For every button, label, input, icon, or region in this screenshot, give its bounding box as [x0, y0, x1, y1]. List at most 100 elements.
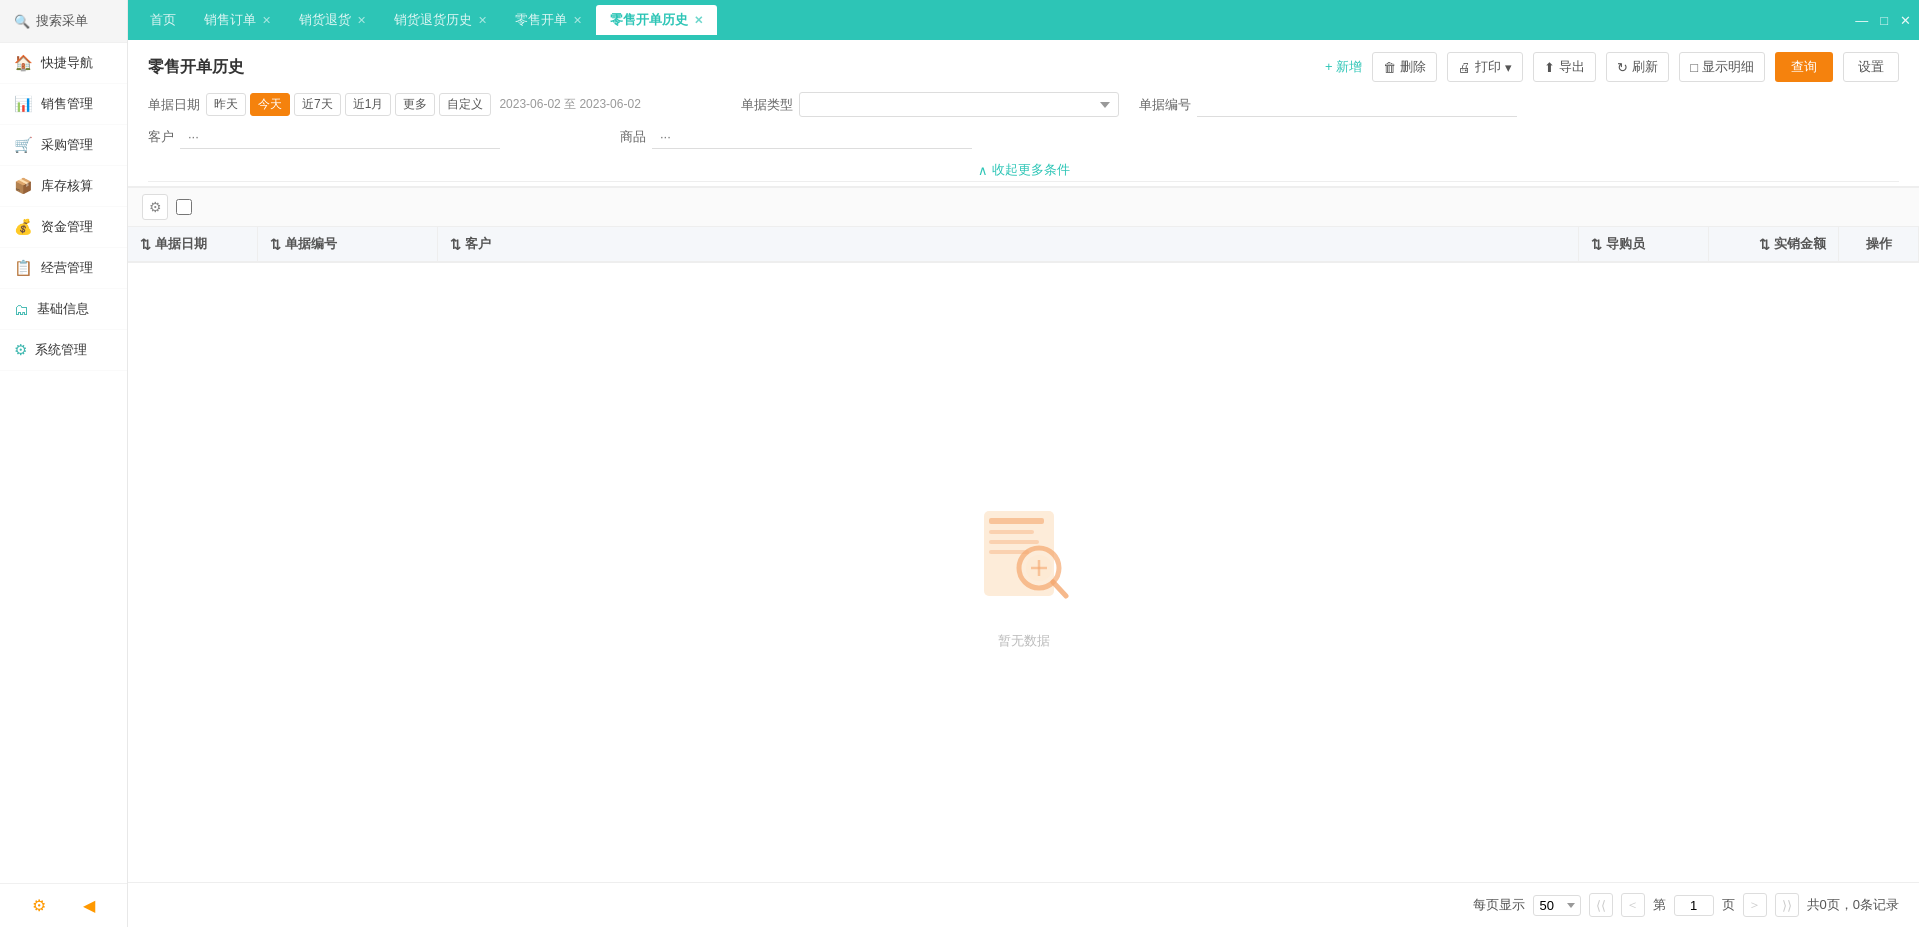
sidebar-bottom: ⚙ ◀ [0, 883, 127, 927]
filter-number: 单据编号 [1139, 93, 1517, 117]
tab-home[interactable]: 首页 [136, 5, 190, 35]
filter-number-label: 单据编号 [1139, 96, 1191, 114]
sidebar-item-purchase[interactable]: 🛒 采购管理 [0, 125, 127, 166]
minimize-button[interactable]: — [1855, 13, 1868, 28]
svg-rect-2 [989, 530, 1034, 534]
export-button[interactable]: ⬆ 导出 [1533, 52, 1596, 82]
tab-retail-open-history[interactable]: 零售开单历史 ✕ [596, 5, 717, 35]
filter-number-input[interactable] [1197, 93, 1517, 117]
print-dropdown-icon: ▾ [1505, 60, 1512, 75]
table-header: ⇅ 单据日期 ⇅ 单据编号 ⇅ 客户 ⇅ 导购员 ⇅ 实销金额 [128, 227, 1919, 263]
sales-icon: 📊 [14, 95, 33, 113]
setting-button[interactable]: 设置 [1843, 52, 1899, 82]
th-date[interactable]: ⇅ 单据日期 [128, 227, 258, 261]
th-guide[interactable]: ⇅ 导购员 [1579, 227, 1709, 261]
date-today-btn[interactable]: 今天 [250, 93, 290, 116]
sidebar-item-system[interactable]: ⚙ 系统管理 [0, 330, 127, 371]
collapse-sidebar-icon[interactable]: ◀ [83, 896, 95, 915]
date-yesterday-btn[interactable]: 昨天 [206, 93, 246, 116]
purchase-icon: 🛒 [14, 136, 33, 154]
sidebar-label-system: 系统管理 [35, 341, 87, 359]
sort-icon-date: ⇅ [140, 237, 151, 252]
tab-sales-order-close[interactable]: ✕ [262, 14, 271, 27]
sidebar-search-label: 搜索采单 [36, 12, 88, 30]
th-guide-label: 导购员 [1606, 235, 1645, 253]
sidebar-item-quick-nav[interactable]: 🏠 快捷导航 [0, 43, 127, 84]
empty-icon [964, 496, 1084, 616]
filter-customer-input[interactable] [180, 125, 500, 149]
search-icon: 🔍 [14, 14, 30, 29]
tab-sales-return[interactable]: 销货退货 ✕ [285, 5, 380, 35]
sidebar-item-operation[interactable]: 📋 经营管理 [0, 248, 127, 289]
th-amount[interactable]: ⇅ 实销金额 [1709, 227, 1839, 261]
page-size-label: 每页显示 [1473, 896, 1525, 914]
empty-state: 暂无数据 [128, 263, 1919, 882]
last-page-button[interactable]: ⟩⟩ [1775, 893, 1799, 917]
top-tabs: 首页 销售订单 ✕ 销货退货 ✕ 销货退货历史 ✕ 零售开单 ✕ 零售开单历史 … [128, 0, 1919, 40]
date-custom-btn[interactable]: 自定义 [439, 93, 491, 116]
th-amount-label: 实销金额 [1774, 235, 1826, 253]
refresh-button[interactable]: ↻ 刷新 [1606, 52, 1669, 82]
query-button[interactable]: 查询 [1775, 52, 1833, 82]
sidebar-item-finance[interactable]: 💰 资金管理 [0, 207, 127, 248]
page-number-input[interactable]: 1 [1674, 895, 1714, 916]
print-button[interactable]: 🖨 打印 ▾ [1447, 52, 1523, 82]
tab-home-label: 首页 [150, 11, 176, 29]
window-controls: — □ ✕ [1855, 13, 1911, 28]
select-all-checkbox[interactable] [176, 199, 192, 215]
next-page-button[interactable]: ＞ [1743, 893, 1767, 917]
sidebar-item-inventory[interactable]: 📦 库存核算 [0, 166, 127, 207]
system-icon: ⚙ [14, 341, 27, 359]
table-toolbar: ⚙ [128, 188, 1919, 227]
th-customer[interactable]: ⇅ 客户 [438, 227, 1579, 261]
date-more-btn[interactable]: 更多 [395, 93, 435, 116]
settings-icon[interactable]: ⚙ [32, 896, 46, 915]
date-range-display: 2023-06-02 至 2023-06-02 [499, 96, 640, 113]
th-op-label: 操作 [1866, 235, 1892, 253]
refresh-icon: ↻ [1617, 60, 1628, 75]
collapse-conditions-btn[interactable]: ∧ 收起更多条件 [148, 157, 1899, 181]
page-header: 零售开单历史 + 新增 🗑 删除 🖨 打印 ▾ ⬆ 导出 [128, 40, 1919, 187]
tab-retail-open-history-close[interactable]: ✕ [694, 14, 703, 27]
tab-sales-return-history[interactable]: 销货退货历史 ✕ [380, 5, 501, 35]
th-customer-label: 客户 [465, 235, 491, 253]
filter-type-select[interactable] [799, 92, 1119, 117]
new-button[interactable]: + 新增 [1325, 58, 1362, 76]
filter-type: 单据类型 [741, 92, 1119, 117]
maximize-button[interactable]: □ [1880, 13, 1888, 28]
collapse-label: 收起更多条件 [992, 161, 1070, 179]
date-1month-btn[interactable]: 近1月 [345, 93, 392, 116]
sidebar-item-basic[interactable]: 🗂 基础信息 [0, 289, 127, 330]
prev-page-button[interactable]: ＜ [1621, 893, 1645, 917]
tab-retail-open[interactable]: 零售开单 ✕ [501, 5, 596, 35]
sort-icon-guide: ⇅ [1591, 237, 1602, 252]
print-icon: 🖨 [1458, 60, 1471, 75]
table-area: ⚙ ⇅ 单据日期 ⇅ 单据编号 ⇅ 客户 ⇅ 导购员 [128, 187, 1919, 882]
sidebar-label-basic: 基础信息 [37, 300, 89, 318]
first-page-button[interactable]: ⟨⟨ [1589, 893, 1613, 917]
th-no[interactable]: ⇅ 单据编号 [258, 227, 438, 261]
page-title-row: 零售开单历史 + 新增 🗑 删除 🖨 打印 ▾ ⬆ 导出 [148, 52, 1899, 82]
page-size-select[interactable]: 50 10 20 100 [1533, 895, 1581, 916]
tab-sales-return-history-close[interactable]: ✕ [478, 14, 487, 27]
pagination: 每页显示 50 10 20 100 ⟨⟨ ＜ 第 1 页 ＞ ⟩⟩ 共0页，0条… [128, 882, 1919, 927]
filter-goods-input[interactable] [652, 125, 972, 149]
tab-sales-order[interactable]: 销售订单 ✕ [190, 5, 285, 35]
page-suffix: 页 [1722, 896, 1735, 914]
table-settings-button[interactable]: ⚙ [142, 194, 168, 220]
sidebar-search[interactable]: 🔍 搜索采单 [0, 0, 127, 43]
date-7days-btn[interactable]: 近7天 [294, 93, 341, 116]
display-detail-button[interactable]: □ 显示明细 [1679, 52, 1765, 82]
tab-sales-return-history-label: 销货退货历史 [394, 11, 472, 29]
delete-button[interactable]: 🗑 删除 [1372, 52, 1437, 82]
sidebar-label-purchase: 采购管理 [41, 136, 93, 154]
sidebar-label-operation: 经营管理 [41, 259, 93, 277]
close-button[interactable]: ✕ [1900, 13, 1911, 28]
tab-sales-return-close[interactable]: ✕ [357, 14, 366, 27]
filter-row-2: 客户 商品 [148, 125, 1899, 149]
sidebar-item-sales[interactable]: 📊 销售管理 [0, 84, 127, 125]
filter-row-1: 单据日期 昨天 今天 近7天 近1月 更多 自定义 2023-06-02 至 2… [148, 92, 1899, 117]
tab-retail-open-close[interactable]: ✕ [573, 14, 582, 27]
display-icon: □ [1690, 60, 1698, 75]
filter-goods-label: 商品 [620, 128, 646, 146]
